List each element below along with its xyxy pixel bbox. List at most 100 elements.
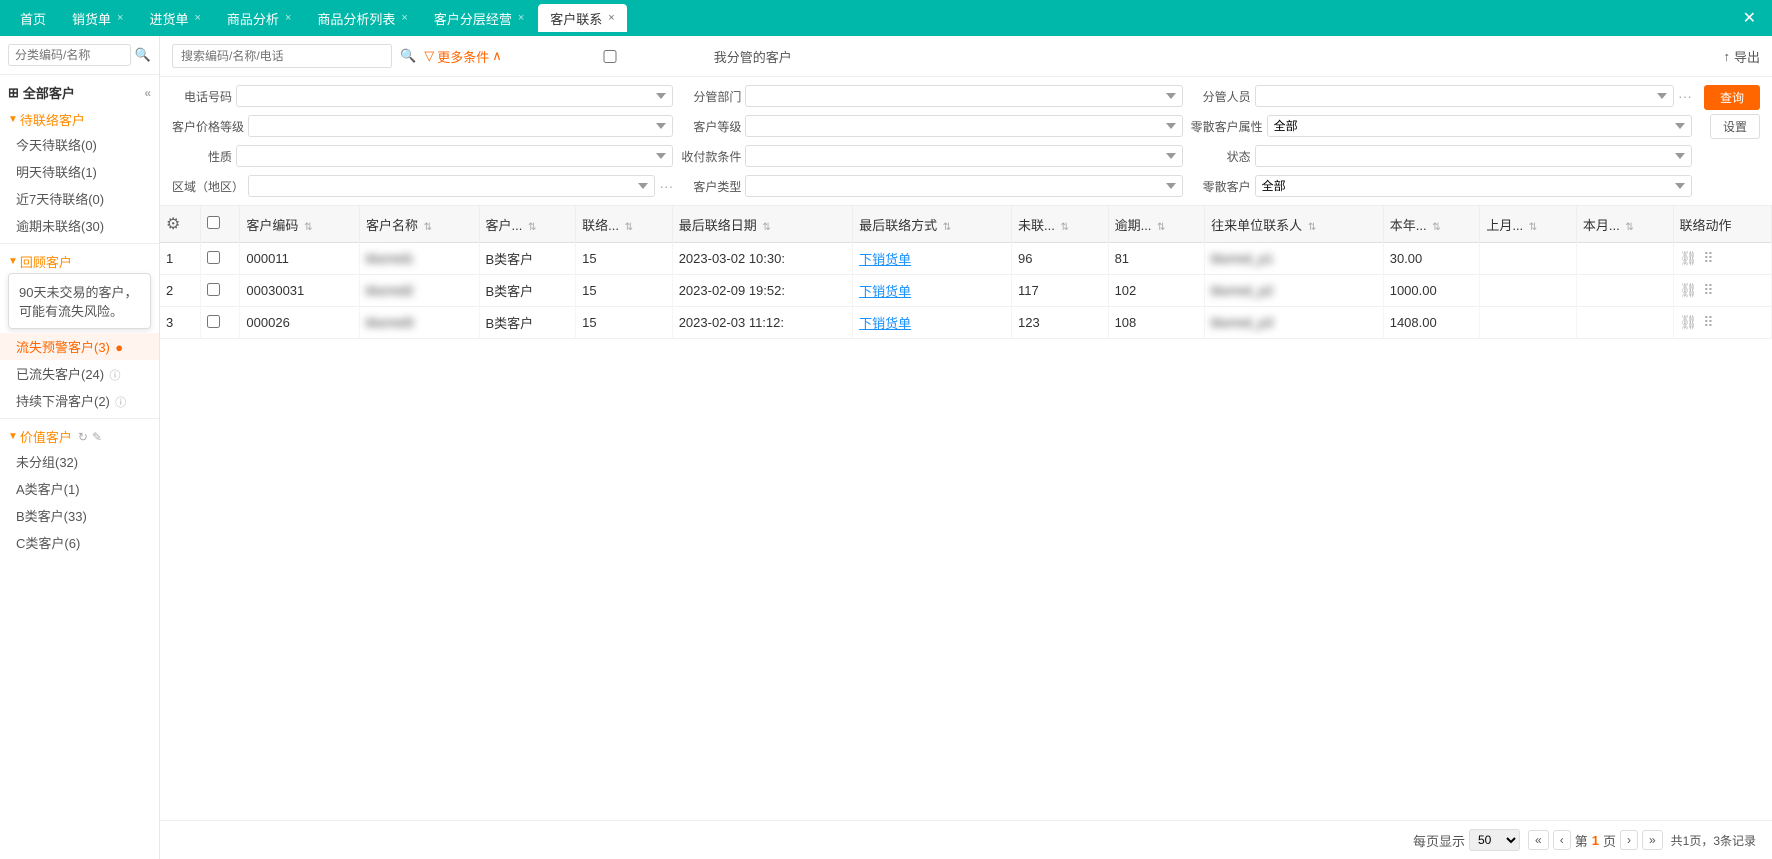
contact-count-sort-icon[interactable]: ⇅ [625,222,633,233]
filter-status-select[interactable] [1255,145,1692,167]
search-submit-icon[interactable]: 🔍 [400,48,416,64]
filter-client-level-select[interactable] [745,115,1182,137]
nav-sales-close[interactable]: × [117,12,123,24]
filter-retail-client-select[interactable]: 全部 [1255,175,1692,197]
nav-client-contact[interactable]: 客户联系 × [538,4,626,32]
contact-person-sort-icon[interactable]: ⇅ [1308,222,1316,233]
code-sort-icon[interactable]: ⇅ [304,222,312,233]
export-btn[interactable]: ↑ 导出 [1723,47,1760,66]
sidebar-item-week[interactable]: 近7天待联络(0) [0,185,159,212]
last-month-sort-icon[interactable]: ⇅ [1529,222,1537,233]
filter-payment-select[interactable] [745,145,1182,167]
nav-home-label: 首页 [20,9,46,28]
last-page-btn[interactable]: » [1642,830,1663,850]
sidebar-group-pending[interactable]: ▼ 待联络客户 [0,106,159,131]
last-method-sort-icon[interactable]: ⇅ [943,222,951,233]
more-conditions-btn[interactable]: ▽ 更多条件 ∧ [424,47,502,66]
nav-client-layer[interactable]: 客户分层经营 × [422,4,536,32]
sidebar-collapse-btn[interactable]: « [144,86,151,100]
nav-purchase[interactable]: 进货单 × [137,4,212,32]
settings-button[interactable]: 设置 [1710,114,1760,139]
action-link-icon-1[interactable]: ⛓ [1680,282,1698,299]
action-link-icon-0[interactable]: ⛓ [1680,250,1698,267]
per-page-select[interactable]: 50 100 200 [1469,829,1520,851]
nav-product-analysis-label: 商品分析 [227,9,279,28]
this-month-sort-icon[interactable]: ⇅ [1625,222,1633,233]
sidebar-item-b-class[interactable]: B类客户(33) [0,502,159,529]
filter-nature-select[interactable] [236,145,673,167]
my-clients-checkbox[interactable] [510,50,710,63]
first-page-btn[interactable]: « [1528,830,1549,850]
row-checkbox-1[interactable] [207,283,220,296]
last-method-link-1[interactable]: 下销货单 [859,284,911,299]
search-input[interactable] [172,44,392,68]
action-more-icon-1[interactable]: ⠿ [1703,282,1713,299]
action-more-icon-0[interactable]: ⠿ [1703,250,1713,267]
last-method-link-0[interactable]: 下销货单 [859,252,911,267]
action-link-icon-2[interactable]: ⛓ [1680,314,1698,331]
nav-home[interactable]: 首页 [8,4,58,32]
no-contact-sort-icon[interactable]: ⇅ [1060,222,1068,233]
page-label: 页 [1603,831,1616,850]
nav-product-list[interactable]: 商品分析列表 × [305,4,419,32]
table-body: 1 000011 blurred1 B类客户 15 2023-03-02 10:… [160,243,1772,339]
query-button[interactable]: 查询 [1704,85,1760,110]
action-more-icon-2[interactable]: ⠿ [1703,314,1713,331]
value-refresh-icon[interactable]: ↻ [78,430,88,444]
last-method-link-2[interactable]: 下销货单 [859,316,911,331]
filter-person-dots[interactable]: ··· [1678,88,1692,104]
td-this-year-2: 1408.00 [1383,307,1480,339]
select-all-checkbox[interactable] [207,216,220,229]
sidebar-item-declining[interactable]: 持续下滑客户(2) ⓘ [0,387,159,414]
sidebar-item-today[interactable]: 今天待联络(0) [0,131,159,158]
sidebar-item-lost[interactable]: 已流失客户(24) ⓘ [0,360,159,387]
td-code-1: 00030031 [240,275,360,307]
sidebar-item-overdue[interactable]: 逾期未联络(30) [0,212,159,239]
row-checkbox-2[interactable] [207,315,220,328]
nav-product-analysis-close[interactable]: × [285,12,291,24]
sidebar-item-ungroup[interactable]: 未分组(32) [0,448,159,475]
next-page-btn[interactable]: › [1620,830,1638,850]
filter-phone-input[interactable] [236,85,673,107]
sidebar-item-a-class[interactable]: A类客户(1) [0,475,159,502]
value-edit-icon[interactable]: ✎ [92,430,102,444]
window-close-button[interactable]: ✕ [1735,8,1764,28]
name-sort-icon[interactable]: ⇅ [424,222,432,233]
filter-retail-attr-select[interactable]: 全部 [1267,115,1692,137]
all-clients-label: 全部客户 [23,83,75,102]
sidebar-group-value[interactable]: ▼ 价值客户 ↻ ✎ [0,423,159,448]
this-year-sort-icon[interactable]: ⇅ [1432,222,1440,233]
nav-client-layer-close[interactable]: × [518,12,524,24]
sidebar-item-tomorrow[interactable]: 明天待联络(1) [0,158,159,185]
filter-row-4: 区域（地区） ··· 客户类型 零散客户 [172,175,1692,197]
last-date-sort-icon[interactable]: ⇅ [762,222,770,233]
filter-region-dots[interactable]: ··· [659,178,673,194]
filter-client-type-select[interactable] [745,175,1182,197]
nav-purchase-close[interactable]: × [194,12,200,24]
sidebar-item-c-class[interactable]: C类客户(6) [0,529,159,556]
lost-arrow: ▼ [8,256,18,267]
filter-region-input[interactable] [248,175,655,197]
sidebar-group-lost[interactable]: ▼ 回顾客户 [0,248,159,273]
filter-dept-select[interactable] [745,85,1182,107]
td-no-contact-0: 96 [1011,243,1108,275]
prev-page-btn[interactable]: ‹ [1553,830,1571,850]
td-overdue-2: 108 [1108,307,1205,339]
overdue-sort-icon[interactable]: ⇅ [1157,222,1165,233]
filter-price-level-select[interactable] [248,115,673,137]
nav-product-list-close[interactable]: × [401,12,407,24]
th-name: 客户名称 ⇅ [359,206,479,243]
sidebar-item-warn[interactable]: 流失预警客户(3) ● [0,333,159,360]
td-index-1: 2 [160,275,201,307]
filter-person-input[interactable] [1255,85,1674,107]
nav-product-analysis[interactable]: 商品分析 × [215,4,303,32]
my-clients-label[interactable]: 我分管的客户 [510,47,792,66]
row-checkbox-0[interactable] [207,251,220,264]
table-settings-icon[interactable]: ⚙ [166,216,180,233]
sidebar-search-area: 🔍 [0,36,159,75]
sidebar-search-input[interactable] [8,44,131,66]
type-sort-icon[interactable]: ⇅ [528,222,536,233]
nav-client-contact-close[interactable]: × [608,12,614,24]
nav-sales[interactable]: 销货单 × [60,4,135,32]
sidebar-search-icon[interactable]: 🔍 [135,47,151,63]
